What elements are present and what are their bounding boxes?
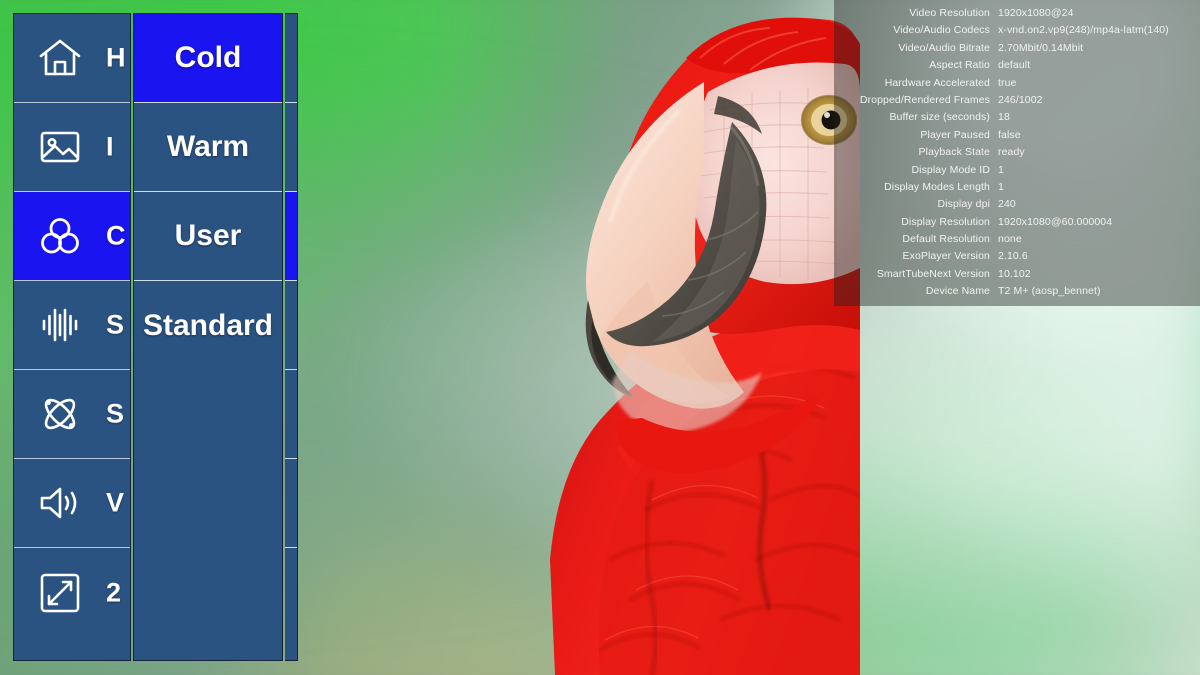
edge-segment (285, 370, 297, 459)
sidebar-item-label: C (106, 220, 126, 251)
stat-label: Video Resolution (909, 7, 990, 19)
stat-value: ready (998, 146, 1025, 159)
edge-segment (285, 459, 297, 548)
color-circles-icon (34, 210, 86, 262)
submenu-item-label: Cold (174, 41, 242, 74)
stat-label: Display Resolution (901, 215, 990, 228)
stat-row: Display Modes Length 1 (834, 179, 1200, 196)
stat-label: Buffer size (seconds) (889, 111, 990, 124)
stat-label: Aspect Ratio (929, 59, 990, 72)
edge-segment (285, 548, 297, 637)
sidebar-item-sound[interactable]: S (14, 281, 130, 370)
submenu-item-standard[interactable]: Standard (134, 281, 282, 370)
stat-label: Playback State (918, 146, 990, 159)
stat-row: Aspect Ratio default (834, 57, 1200, 74)
submenu-item-label: User (174, 219, 242, 252)
stat-row: Device Name T2 M+ (aosp_bennet) (834, 283, 1200, 300)
submenu-item-label: Standard (142, 308, 274, 342)
stat-label: Dropped/Rendered Frames (859, 93, 990, 106)
sidebar-item-color[interactable]: C (14, 192, 130, 281)
stat-value: true (998, 76, 1017, 89)
stat-value: x-vnd.on2.vp9(248)/mp4a-latm(140) (998, 24, 1169, 37)
sidebar-item-picture[interactable]: I (14, 103, 130, 192)
parrot-subject (300, 0, 860, 675)
atom-icon (34, 388, 86, 440)
stat-value: 2.70Mbit/0.14Mbit (998, 41, 1084, 54)
speaker-icon (34, 477, 86, 529)
image-icon (34, 121, 86, 173)
stat-row: Buffer size (seconds) 18 (834, 109, 1200, 126)
stat-label: Display Mode ID (911, 163, 990, 176)
stat-value: 1 (998, 180, 1004, 193)
edge-segment (285, 14, 297, 103)
stat-label: Video/Audio Codecs (893, 24, 990, 37)
stat-value: T2 M+ (aosp_bennet) (998, 285, 1101, 298)
submenu-item-warm[interactable]: Warm (134, 103, 282, 192)
sidebar-item-zoom[interactable]: 2 (14, 548, 130, 637)
submenu-item-cold[interactable]: Cold (134, 14, 282, 103)
stat-row: Video Resolution 1920x1080@24 (834, 5, 1200, 22)
stat-value: 1 (998, 163, 1004, 176)
stat-value: 2.10.6 (998, 250, 1028, 263)
stat-value: 1920x1080@24 (998, 7, 1074, 19)
sidebar-item-home[interactable]: H (14, 14, 130, 103)
stat-row: Display Mode ID 1 (834, 162, 1200, 179)
settings-sidebar: H I C S S V 2 (13, 13, 131, 661)
stat-value: default (998, 59, 1031, 72)
stat-value: 18 (998, 111, 1010, 124)
sidebar-item-label: S (106, 309, 125, 340)
stat-label: Video/Audio Bitrate (898, 41, 990, 54)
stat-value: none (998, 233, 1022, 246)
stat-label: Device Name (925, 285, 990, 298)
sidebar-item-settings[interactable]: S (14, 370, 130, 459)
playback-stats-overlay: Video Resolution 1920x1080@24 Video/Audi… (834, 0, 1200, 306)
sidebar-item-label: H (106, 42, 126, 73)
stat-value: 246/1002 (998, 93, 1043, 106)
stat-label: Display dpi (937, 198, 990, 211)
submenu-item-user[interactable]: User (134, 192, 282, 281)
stat-label: ExoPlayer Version (902, 250, 990, 263)
stat-value: false (998, 128, 1021, 141)
sound-bars-icon (34, 299, 86, 351)
stat-row: Hardware Accelerated true (834, 75, 1200, 92)
edge-segment (285, 103, 297, 192)
sidebar-item-volume[interactable]: V (14, 459, 130, 548)
sidebar-item-label: 2 (106, 577, 122, 607)
stat-row: Player Paused false (834, 127, 1200, 144)
color-temperature-submenu: Cold Warm User Standard (133, 13, 283, 661)
home-icon (34, 32, 86, 84)
sidebar-item-label: S (106, 398, 125, 429)
stat-row: Playback State ready (834, 144, 1200, 161)
stat-label: Player Paused (920, 128, 990, 141)
parent-menu-edge-strip (285, 13, 298, 661)
stat-row: ExoPlayer Version 2.10.6 (834, 248, 1200, 265)
stat-row: Default Resolution none (834, 231, 1200, 248)
stat-row: SmartTubeNext Version 10.102 (834, 266, 1200, 283)
stat-row: Video/Audio Bitrate 2.70Mbit/0.14Mbit (834, 40, 1200, 57)
stat-value: 10.102 (998, 267, 1031, 280)
stat-label: Display Modes Length (884, 180, 990, 193)
stat-value: 240 (998, 198, 1016, 211)
edge-segment-selected (285, 192, 297, 281)
sidebar-item-label: V (106, 487, 125, 518)
shrink-arrows-icon (34, 567, 86, 619)
stat-row: Dropped/Rendered Frames 246/1002 (834, 92, 1200, 109)
stat-label: Hardware Accelerated (884, 76, 990, 89)
submenu-item-label: Warm (166, 130, 250, 163)
stat-label: SmartTubeNext Version (876, 267, 990, 280)
stat-row: Video/Audio Codecs x-vnd.on2.vp9(248)/mp… (834, 22, 1200, 39)
edge-segment (285, 281, 297, 370)
stat-label: Default Resolution (902, 233, 990, 246)
stat-row: Display Resolution 1920x1080@60.000004 (834, 214, 1200, 231)
stat-row: Display dpi 240 (834, 196, 1200, 213)
stat-value: 1920x1080@60.000004 (998, 215, 1113, 228)
sidebar-item-label: I (106, 131, 114, 162)
tv-player-screen: Video Resolution 1920x1080@24 Video/Audi… (0, 0, 1200, 675)
